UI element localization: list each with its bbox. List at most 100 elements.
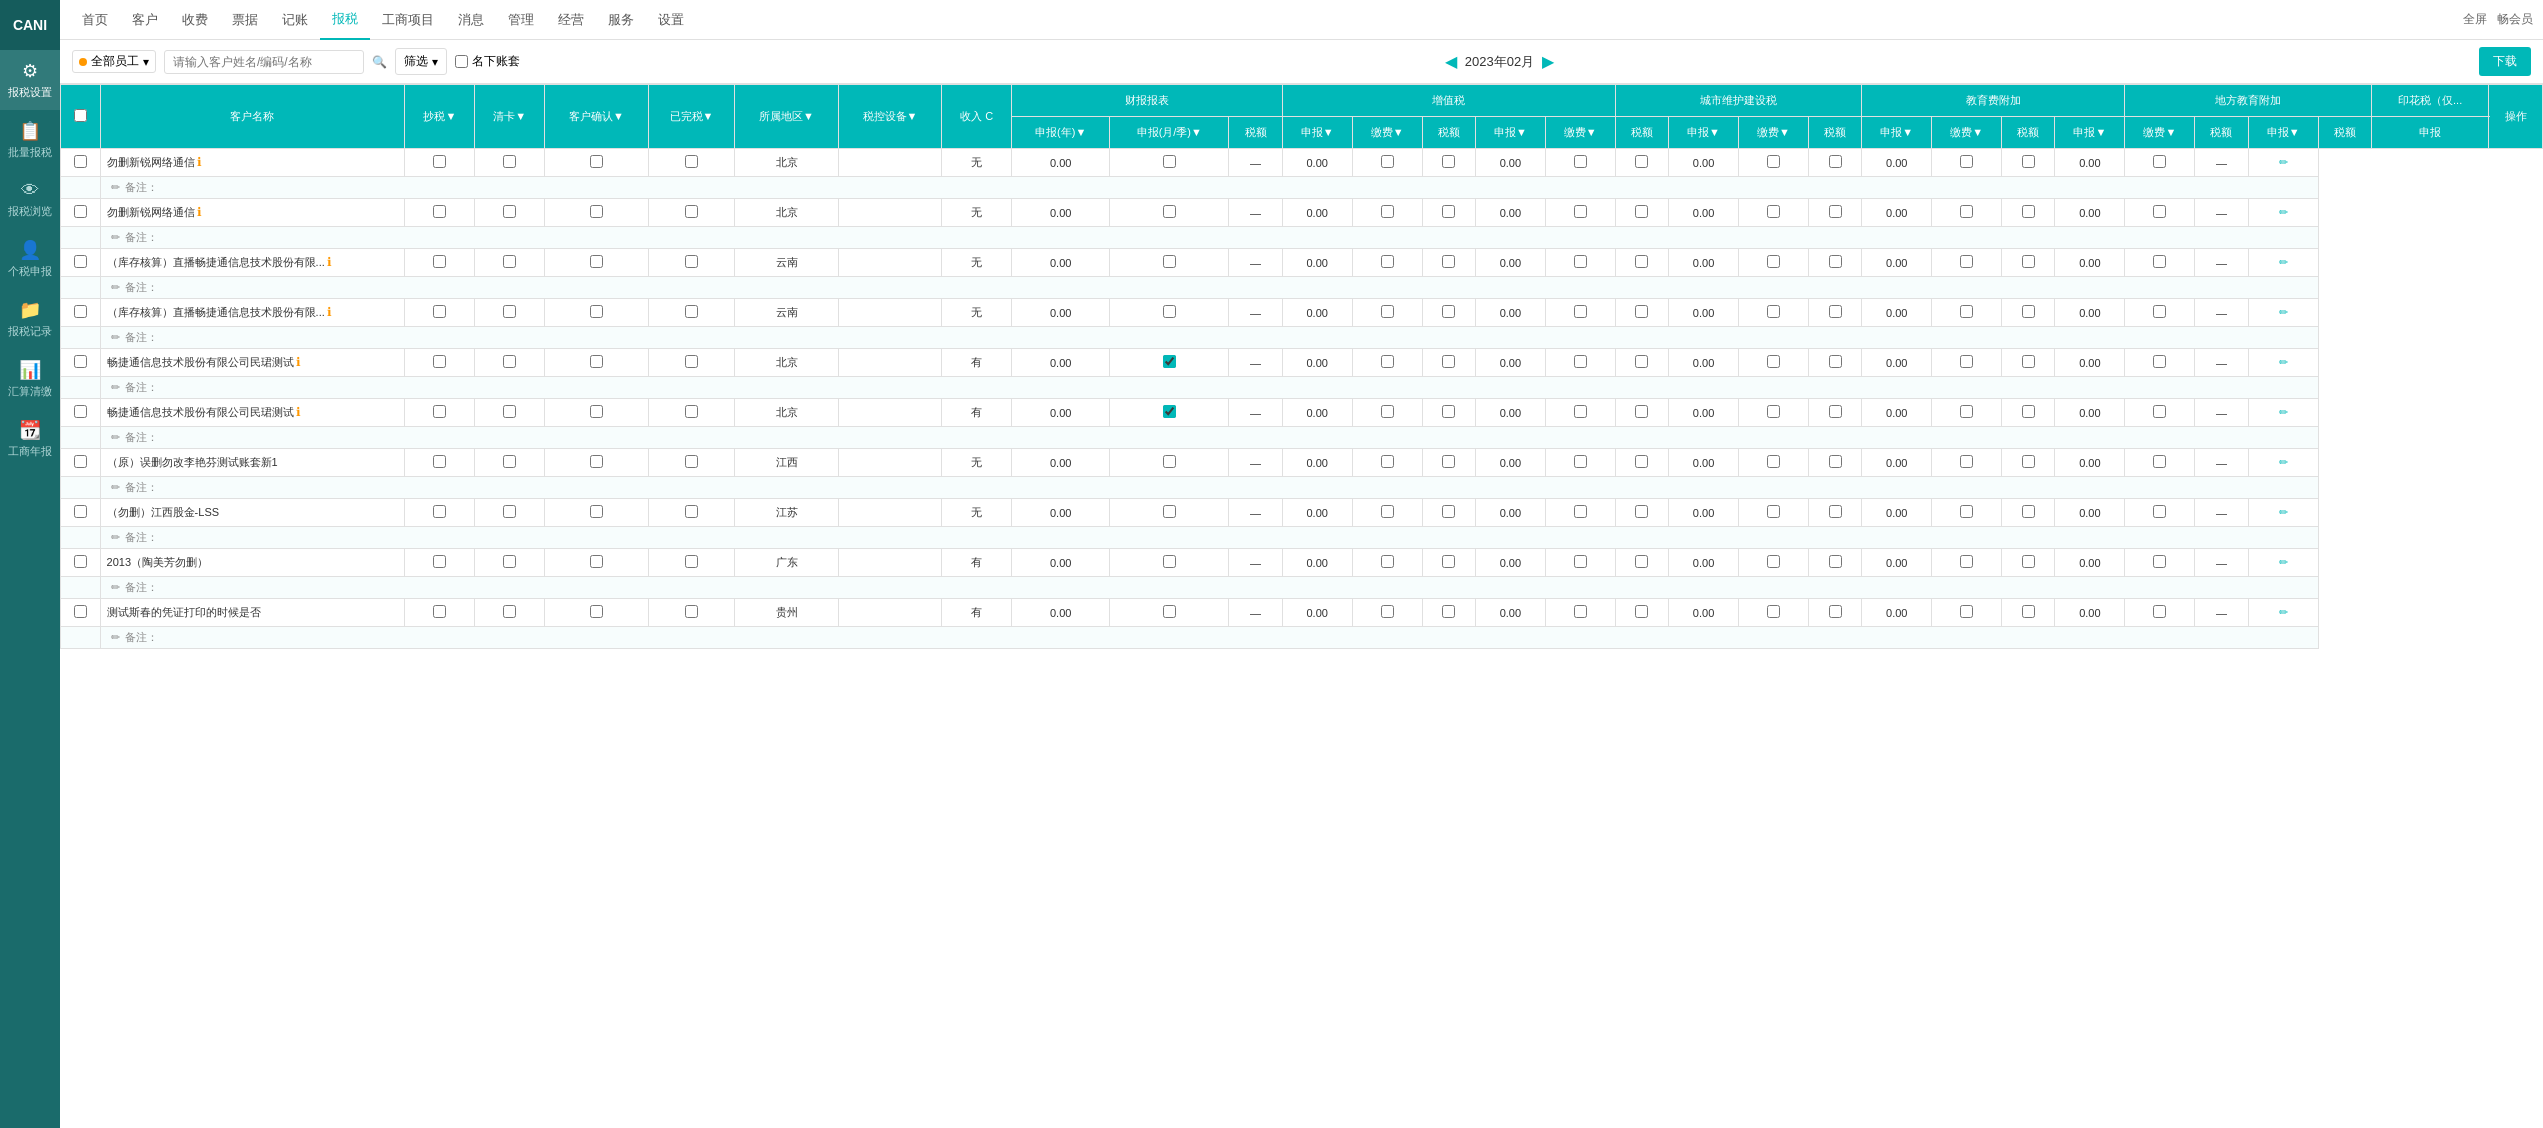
caibao-year-cb[interactable]: [1163, 155, 1176, 168]
cs-shenb-cb[interactable]: [1574, 305, 1587, 318]
cs-shenb-cb[interactable]: [1574, 505, 1587, 518]
cs-shenb-cb[interactable]: [1574, 205, 1587, 218]
df-jiaof-cb[interactable]: [2022, 205, 2035, 218]
row-checkbox[interactable]: [74, 255, 87, 268]
qingka-checkbox[interactable]: [503, 505, 516, 518]
row-checkbox[interactable]: [74, 555, 87, 568]
df-shenb-cb[interactable]: [1960, 305, 1973, 318]
vip-btn[interactable]: 畅会员: [2497, 11, 2533, 28]
jy-shenb-cb[interactable]: [1767, 505, 1780, 518]
nav-home[interactable]: 首页: [70, 0, 120, 40]
zeng-shenb-cb[interactable]: [1381, 405, 1394, 418]
df-jiaof-cb[interactable]: [2022, 455, 2035, 468]
wanshui-checkbox[interactable]: [685, 205, 698, 218]
nav-jingying[interactable]: 经营: [546, 0, 596, 40]
queren-checkbox[interactable]: [590, 355, 603, 368]
df-jiaof-cb[interactable]: [2022, 155, 2035, 168]
chaoshui-checkbox[interactable]: [433, 505, 446, 518]
edit-button[interactable]: ✏: [2279, 306, 2288, 318]
cs-jiaof-cb[interactable]: [1635, 355, 1648, 368]
df-shenb-cb[interactable]: [1960, 455, 1973, 468]
search-input[interactable]: [164, 50, 364, 74]
chaoshui-checkbox[interactable]: [433, 155, 446, 168]
caibao-year-cb[interactable]: [1163, 205, 1176, 218]
qingka-checkbox[interactable]: [503, 255, 516, 268]
jy-shenb-cb[interactable]: [1767, 605, 1780, 618]
prev-date-button[interactable]: ◀: [1445, 52, 1457, 71]
zeng-shenb-cb[interactable]: [1381, 505, 1394, 518]
zeng-jiaof-cb[interactable]: [1442, 205, 1455, 218]
jy-jiaof-cb[interactable]: [1829, 505, 1842, 518]
zeng-shenb-cb[interactable]: [1381, 255, 1394, 268]
chaoshui-checkbox[interactable]: [433, 355, 446, 368]
caibao-year-cb[interactable]: [1163, 555, 1176, 568]
jy-shenb-cb[interactable]: [1767, 355, 1780, 368]
cs-shenb-cb[interactable]: [1574, 455, 1587, 468]
jy-jiaof-cb[interactable]: [1829, 605, 1842, 618]
named-list-checkbox-input[interactable]: [455, 55, 468, 68]
wanshui-checkbox[interactable]: [685, 605, 698, 618]
yh-shenb-cb[interactable]: [2153, 155, 2166, 168]
jy-shenb-cb[interactable]: [1767, 205, 1780, 218]
edit-button[interactable]: ✏: [2279, 456, 2288, 468]
cs-shenb-cb[interactable]: [1574, 605, 1587, 618]
jy-jiaof-cb[interactable]: [1829, 555, 1842, 568]
cs-shenb-cb[interactable]: [1574, 255, 1587, 268]
zeng-jiaof-cb[interactable]: [1442, 555, 1455, 568]
chaoshui-checkbox[interactable]: [433, 605, 446, 618]
edit-button[interactable]: ✏: [2279, 356, 2288, 368]
zeng-jiaof-cb[interactable]: [1442, 255, 1455, 268]
jy-jiaof-cb[interactable]: [1829, 205, 1842, 218]
zeng-shenb-cb[interactable]: [1381, 205, 1394, 218]
cs-jiaof-cb[interactable]: [1635, 205, 1648, 218]
nav-shezhi[interactable]: 设置: [646, 0, 696, 40]
sidebar-item-geshui[interactable]: 👤 个税申报: [0, 229, 60, 289]
zeng-jiaof-cb[interactable]: [1442, 505, 1455, 518]
wanshui-checkbox[interactable]: [685, 505, 698, 518]
edit-button[interactable]: ✏: [2279, 606, 2288, 618]
sidebar-item-huisuan[interactable]: 📊 汇算清缴: [0, 349, 60, 409]
queren-checkbox[interactable]: [590, 555, 603, 568]
wanshui-checkbox[interactable]: [685, 555, 698, 568]
zeng-jiaof-cb[interactable]: [1442, 305, 1455, 318]
jy-shenb-cb[interactable]: [1767, 155, 1780, 168]
edit-button[interactable]: ✏: [2279, 256, 2288, 268]
edit-button[interactable]: ✏: [2279, 406, 2288, 418]
df-shenb-cb[interactable]: [1960, 255, 1973, 268]
cs-jiaof-cb[interactable]: [1635, 405, 1648, 418]
row-checkbox[interactable]: [74, 355, 87, 368]
queren-checkbox[interactable]: [590, 255, 603, 268]
nav-fuwu[interactable]: 服务: [596, 0, 646, 40]
caibao-year-cb[interactable]: [1163, 505, 1176, 518]
jy-jiaof-cb[interactable]: [1829, 405, 1842, 418]
named-list-checkbox[interactable]: 名下账套: [455, 53, 520, 70]
jy-jiaof-cb[interactable]: [1829, 455, 1842, 468]
zeng-shenb-cb[interactable]: [1381, 305, 1394, 318]
jy-jiaof-cb[interactable]: [1829, 255, 1842, 268]
zeng-shenb-cb[interactable]: [1381, 355, 1394, 368]
yh-shenb-cb[interactable]: [2153, 505, 2166, 518]
row-checkbox[interactable]: [74, 405, 87, 418]
wanshui-checkbox[interactable]: [685, 355, 698, 368]
df-jiaof-cb[interactable]: [2022, 605, 2035, 618]
qingka-checkbox[interactable]: [503, 605, 516, 618]
employee-filter[interactable]: 全部员工 ▾: [72, 50, 156, 73]
cs-shenb-cb[interactable]: [1574, 555, 1587, 568]
row-checkbox[interactable]: [74, 505, 87, 518]
edit-button[interactable]: ✏: [2279, 506, 2288, 518]
row-checkbox[interactable]: [74, 605, 87, 618]
jy-jiaof-cb[interactable]: [1829, 305, 1842, 318]
qingka-checkbox[interactable]: [503, 555, 516, 568]
chaoshui-checkbox[interactable]: [433, 305, 446, 318]
zeng-shenb-cb[interactable]: [1381, 155, 1394, 168]
qingka-checkbox[interactable]: [503, 405, 516, 418]
sidebar-item-jilu[interactable]: 📁 报税记录: [0, 289, 60, 349]
cs-jiaof-cb[interactable]: [1635, 605, 1648, 618]
wanshui-checkbox[interactable]: [685, 455, 698, 468]
nav-guanli[interactable]: 管理: [496, 0, 546, 40]
caibao-year-cb[interactable]: [1163, 405, 1176, 418]
row-checkbox[interactable]: [74, 155, 87, 168]
qingka-checkbox[interactable]: [503, 455, 516, 468]
download-button[interactable]: 下载: [2479, 47, 2531, 76]
zeng-shenb-cb[interactable]: [1381, 605, 1394, 618]
